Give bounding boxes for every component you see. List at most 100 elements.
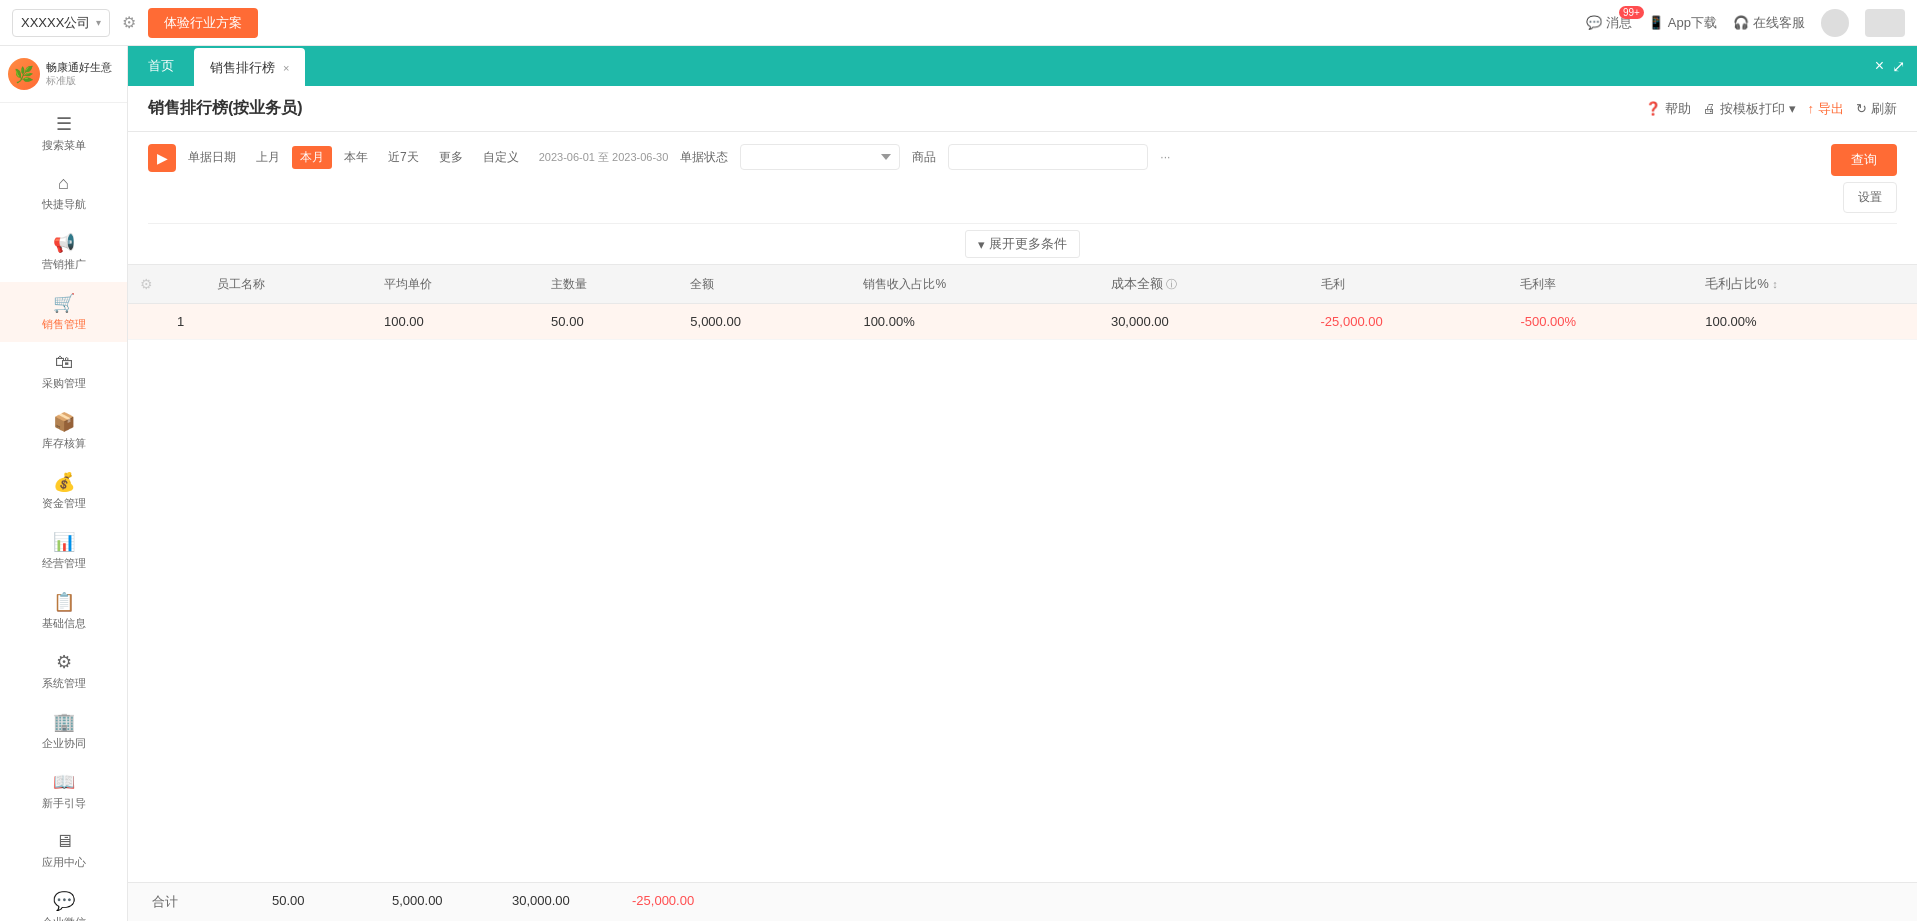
print-dropdown-icon: ▾ — [1789, 101, 1796, 116]
cell-avg-price: 100.00 — [372, 304, 539, 340]
tab-home[interactable]: 首页 — [128, 46, 194, 86]
top-bar: XXXXX公司 ▾ ⚙ 体验行业方案 💬 消息 99+ 📱 App下载 🎧 在线… — [0, 0, 1917, 46]
tab-close-icon[interactable]: × — [283, 62, 289, 74]
cell-rank: 1 — [165, 304, 205, 340]
date-range: 2023-06-01 至 2023-06-30 — [539, 150, 669, 165]
user-menu[interactable] — [1865, 9, 1905, 37]
home-icon: ⌂ — [58, 173, 69, 194]
gear-icon[interactable]: ⚙ — [118, 9, 140, 36]
gross-pct-info-icon[interactable]: ↕ — [1772, 278, 1778, 290]
sidebar-item-label: 采购管理 — [42, 376, 86, 391]
system-icon: ⚙ — [56, 651, 72, 673]
refresh-icon: ↻ — [1856, 101, 1867, 116]
window-expand-icon[interactable]: ⤢ — [1892, 57, 1905, 76]
sales-icon: 🛒 — [53, 292, 75, 314]
sidebar-item-label: 库存核算 — [42, 436, 86, 451]
more-filter-icon[interactable]: ··· — [1160, 150, 1170, 164]
date-btn-more[interactable]: 更多 — [431, 146, 471, 169]
window-close-icon[interactable]: × — [1875, 57, 1884, 76]
sidebar-item-finance[interactable]: 💰 资金管理 — [0, 461, 127, 521]
logo-icon: 🌿 — [8, 58, 40, 90]
table-container: ⚙ 员工名称 平均单价 主数量 全额 销售收入占比% 成本全额 ⓘ — [128, 265, 1917, 882]
sidebar-item-label: 企业协同 — [42, 736, 86, 751]
sidebar-item-enterprise-collab[interactable]: 🏢 企业协同 — [0, 701, 127, 761]
status-select[interactable] — [740, 144, 900, 170]
col-sales-pct: 销售收入占比% — [851, 265, 1099, 304]
trial-button[interactable]: 体验行业方案 — [148, 8, 258, 38]
date-label: 单据日期 — [188, 149, 236, 166]
sidebar-item-operations[interactable]: 📊 经营管理 — [0, 521, 127, 581]
sidebar-item-app-center[interactable]: 🖥 应用中心 — [0, 821, 127, 880]
app-download-button[interactable]: 📱 App下载 — [1648, 14, 1717, 32]
col-amount: 全额 — [678, 265, 851, 304]
logo-badge: 标准版 — [46, 74, 112, 88]
goods-label: 商品 — [912, 149, 936, 166]
inventory-icon: 📦 — [53, 411, 75, 433]
sidebar-item-quick-nav[interactable]: ⌂ 快捷导航 — [0, 163, 127, 222]
cell-qty: 50.00 — [539, 304, 678, 340]
cost-info-icon[interactable]: ⓘ — [1166, 278, 1177, 290]
sidebar-item-enterprise-wechat[interactable]: 💬 企业微信 — [0, 880, 127, 921]
service-icon: 🎧 — [1733, 15, 1749, 30]
sidebar-item-inventory[interactable]: 📦 库存核算 — [0, 401, 127, 461]
search-menu-icon: ☰ — [56, 113, 72, 135]
sidebar-item-basic-info[interactable]: 📋 基础信息 — [0, 581, 127, 641]
template-print-button[interactable]: 🖨 按模板打印 ▾ — [1703, 100, 1796, 118]
operations-icon: 📊 — [53, 531, 75, 553]
filter-toggle-arrow[interactable]: ▶ — [148, 144, 176, 172]
help-button[interactable]: ❓ 帮助 — [1645, 100, 1691, 118]
sidebar-item-new-guide[interactable]: 📖 新手引导 — [0, 761, 127, 821]
sidebar-item-label: 营销推广 — [42, 257, 86, 272]
date-btn-this-month[interactable]: 本月 — [292, 146, 332, 169]
export-button[interactable]: ↑ 导出 — [1808, 100, 1845, 118]
page-actions: ❓ 帮助 🖨 按模板打印 ▾ ↑ 导出 ↻ 刷新 — [1645, 100, 1898, 118]
sales-ranking-table: ⚙ 员工名称 平均单价 主数量 全额 销售收入占比% 成本全额 ⓘ — [128, 265, 1917, 340]
sidebar-item-system[interactable]: ⚙ 系统管理 — [0, 641, 127, 701]
sidebar-item-label: 应用中心 — [42, 855, 86, 870]
sidebar-item-label: 搜索菜单 — [42, 138, 86, 153]
query-button[interactable]: 查询 — [1831, 144, 1897, 176]
cell-gross: -25,000.00 — [1309, 304, 1509, 340]
filter-action-row: ▶ 单据日期 上月 本月 本年 近7天 更多 自定义 2023-06-01 至 … — [148, 144, 1897, 213]
cell-gross-pct: 100.00% — [1693, 304, 1917, 340]
marketing-icon: 📢 — [53, 232, 75, 254]
avatar[interactable] — [1821, 9, 1849, 37]
refresh-button[interactable]: ↻ 刷新 — [1856, 100, 1897, 118]
app-icon: 📱 — [1648, 15, 1664, 30]
message-button[interactable]: 💬 消息 99+ — [1586, 14, 1632, 32]
tab-sales-ranking[interactable]: 销售排行榜 × — [194, 48, 305, 88]
tab-bar-right: × ⤢ — [1863, 57, 1917, 76]
top-bar-right: 💬 消息 99+ 📱 App下载 🎧 在线客服 — [1586, 9, 1905, 37]
col-avg-price: 平均单价 — [372, 265, 539, 304]
col-rank — [165, 265, 205, 304]
logo-text-block: 畅康通好生意 标准版 — [46, 60, 112, 88]
date-btn-7days[interactable]: 近7天 — [380, 146, 427, 169]
settings-button[interactable]: 设置 — [1843, 182, 1897, 213]
sidebar-item-marketing[interactable]: 📢 营销推广 — [0, 222, 127, 282]
filter-block: ▶ 单据日期 上月 本月 本年 近7天 更多 自定义 2023-06-01 至 … — [128, 132, 1917, 265]
sidebar-item-label: 企业微信 — [42, 915, 86, 921]
app-center-icon: 🖥 — [55, 831, 73, 852]
basic-info-icon: 📋 — [53, 591, 75, 613]
page-header: 销售排行榜(按业务员) ❓ 帮助 🖨 按模板打印 ▾ ↑ 导出 — [128, 86, 1917, 132]
goods-input[interactable] — [948, 144, 1148, 170]
sidebar-item-label: 快捷导航 — [42, 197, 86, 212]
expand-conditions-button[interactable]: ▾ 展开更多条件 — [965, 230, 1080, 258]
date-btn-this-year[interactable]: 本年 — [336, 146, 376, 169]
date-btn-custom[interactable]: 自定义 — [475, 146, 527, 169]
company-selector[interactable]: XXXXX公司 ▾ — [12, 9, 110, 37]
sidebar-item-purchase[interactable]: 🛍 采购管理 — [0, 342, 127, 401]
online-service-button[interactable]: 🎧 在线客服 — [1733, 14, 1805, 32]
col-qty: 主数量 — [539, 265, 678, 304]
sidebar-item-label: 新手引导 — [42, 796, 86, 811]
sidebar-item-label: 经营管理 — [42, 556, 86, 571]
expand-row: ▾ 展开更多条件 — [148, 223, 1897, 264]
message-icon: 💬 — [1586, 15, 1602, 30]
footer-amount: 5,000.00 — [380, 893, 500, 911]
sidebar-item-search[interactable]: ☰ 搜索菜单 — [0, 103, 127, 163]
date-btn-last-month[interactable]: 上月 — [248, 146, 288, 169]
sidebar: 🌿 畅康通好生意 标准版 ☰ 搜索菜单 ⌂ 快捷导航 📢 营销推广 🛒 销售管理… — [0, 46, 128, 921]
column-settings-icon[interactable]: ⚙ — [140, 276, 153, 292]
sidebar-item-sales[interactable]: 🛒 销售管理 — [0, 282, 127, 342]
tab-label: 销售排行榜 — [210, 59, 275, 77]
